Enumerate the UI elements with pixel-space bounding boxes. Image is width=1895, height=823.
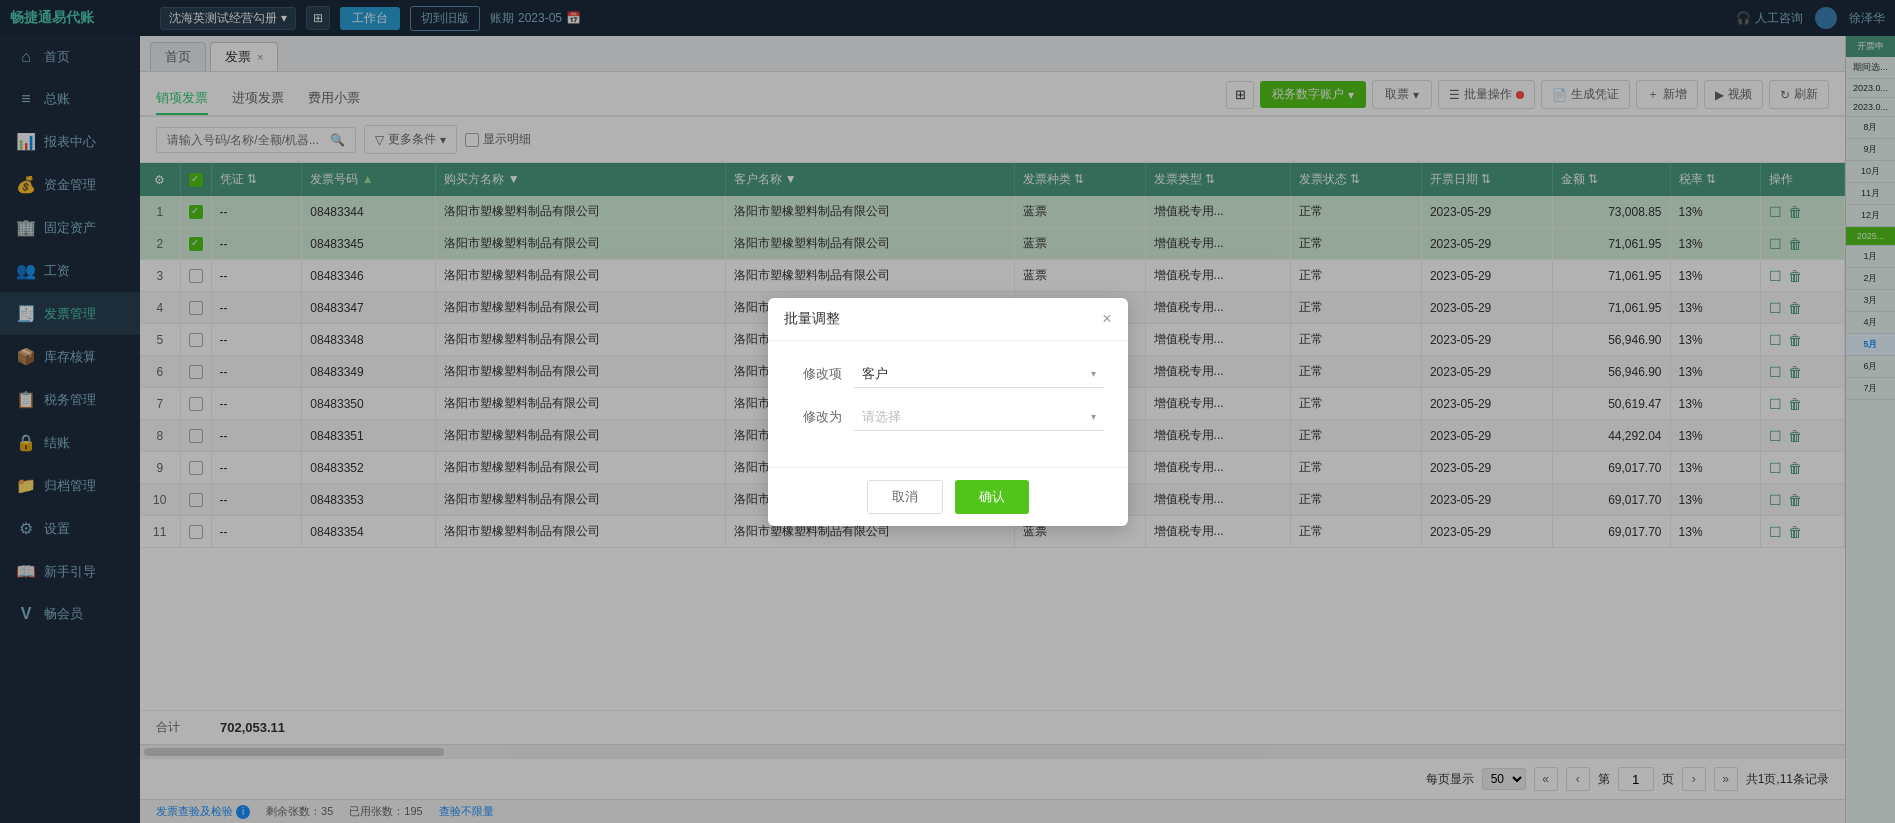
modify-value-label: 修改为 [792, 408, 842, 426]
modal-header: 批量调整 × [768, 298, 1128, 341]
modal-footer: 取消 确认 [768, 467, 1128, 526]
modal-title: 批量调整 [784, 310, 840, 328]
modal-close-button[interactable]: × [1102, 310, 1111, 328]
batch-adjust-modal: 批量调整 × 修改项 客户 ▾ 修改为 请选择 ▾ 取消 确认 [768, 298, 1128, 526]
modal-overlay: 批量调整 × 修改项 客户 ▾ 修改为 请选择 ▾ 取消 确认 [0, 0, 1895, 823]
modify-field-label: 修改项 [792, 365, 842, 383]
modify-field-select[interactable]: 客户 ▾ [854, 361, 1104, 388]
modal-body: 修改项 客户 ▾ 修改为 请选择 ▾ [768, 341, 1128, 467]
modal-cancel-button[interactable]: 取消 [867, 480, 943, 514]
modify-value-select[interactable]: 请选择 ▾ [854, 404, 1104, 431]
modify-field-row: 修改项 客户 ▾ [792, 361, 1104, 388]
modify-field-value: 客户 [862, 365, 888, 383]
modify-field-chevron: ▾ [1091, 368, 1096, 379]
modify-value-row: 修改为 请选择 ▾ [792, 404, 1104, 431]
modify-value-chevron: ▾ [1091, 411, 1096, 422]
modal-confirm-button[interactable]: 确认 [955, 480, 1029, 514]
modify-value-placeholder: 请选择 [862, 408, 901, 426]
